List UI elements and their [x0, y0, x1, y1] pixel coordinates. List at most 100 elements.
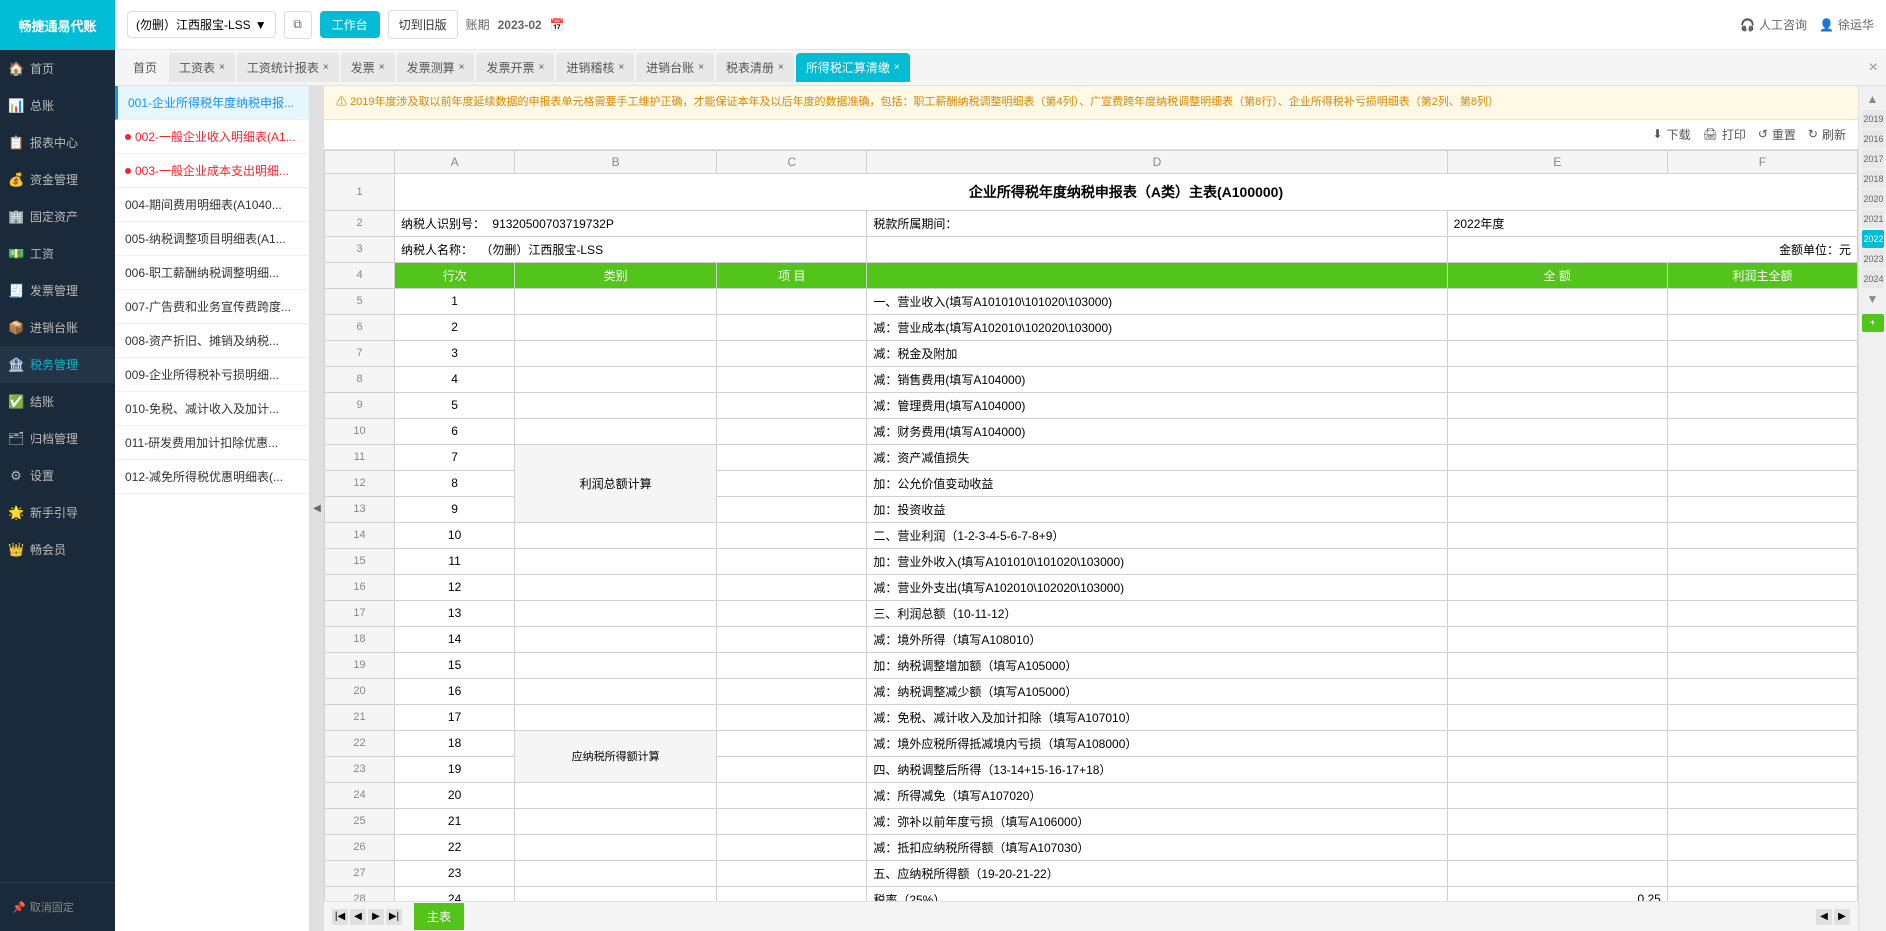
- tab-invoice-calc[interactable]: 发票测算 ×: [397, 53, 475, 82]
- unpin-button[interactable]: 📌 取消固定: [8, 891, 107, 923]
- tab-close-tax-list[interactable]: ×: [778, 62, 784, 73]
- year-2016[interactable]: 2016: [1862, 130, 1884, 148]
- form-002[interactable]: 002-一般企业收入明细表(A1...: [115, 120, 309, 154]
- close-all-icon[interactable]: ×: [1869, 59, 1878, 77]
- sheet-nav-left-left[interactable]: |◀: [332, 909, 348, 925]
- chevron-down-icon: ▼: [255, 18, 267, 32]
- year-2024[interactable]: 2024: [1862, 270, 1884, 288]
- tab-close-invoice[interactable]: ×: [379, 62, 385, 73]
- tab-close-invoice-open[interactable]: ×: [538, 62, 544, 73]
- tab-close-sales-audit[interactable]: ×: [618, 62, 624, 73]
- year-scroll-up[interactable]: ▲: [1865, 90, 1881, 108]
- col-lirun: 利润主全额: [1667, 262, 1857, 288]
- panel-toggle[interactable]: ◀: [310, 86, 324, 931]
- form-008[interactable]: 008-资产折旧、摊销及纳税...: [115, 324, 309, 358]
- tab-tax-list[interactable]: 税表清册 ×: [716, 53, 794, 82]
- form-011[interactable]: 011-研发费用加计扣除优惠...: [115, 426, 309, 460]
- sidebar-item-guide[interactable]: 🌟 新手引导: [0, 494, 115, 531]
- tab-close-income-tax[interactable]: ×: [894, 62, 900, 73]
- print-button[interactable]: 🖨 打印: [1703, 126, 1746, 143]
- reset-button[interactable]: ↺ 重置: [1758, 126, 1796, 143]
- refresh-button[interactable]: ↻ 刷新: [1808, 126, 1846, 143]
- member-icon: 👑: [8, 542, 24, 558]
- col-header-d: D: [867, 150, 1447, 173]
- year-2020[interactable]: 2020: [1862, 190, 1884, 208]
- table-row: 24 20 减：所得减免（填写A107020）: [325, 782, 1858, 808]
- sheet-nav-right[interactable]: ▶: [368, 909, 384, 925]
- sidebar-item-funds[interactable]: 💰 资金管理: [0, 161, 115, 198]
- workbench-button[interactable]: 工作台: [320, 11, 380, 38]
- invoice-icon: 🧾: [8, 283, 24, 299]
- tab-invoice-open[interactable]: 发票开票 ×: [476, 53, 554, 82]
- tab-close-payroll-stats[interactable]: ×: [323, 62, 329, 73]
- form-007[interactable]: 007-广告费和业务宣传费跨度...: [115, 290, 309, 324]
- topbar-right: 🎧 人工咨询 👤 徐运华: [1740, 16, 1874, 33]
- home-icon: 🏠: [8, 61, 24, 77]
- sidebar-item-close[interactable]: ✅ 结账: [0, 383, 115, 420]
- sidebar-item-archive[interactable]: 🗂 归档管理: [0, 420, 115, 457]
- form-011-label: 011-研发费用加计扣除优惠...: [125, 434, 278, 451]
- reset-icon: ↺: [1758, 127, 1768, 141]
- tab-home[interactable]: 首页: [123, 53, 167, 82]
- sheet-nav-left[interactable]: ◀: [350, 909, 366, 925]
- col-header-row: [325, 150, 395, 173]
- form-004[interactable]: 004-期间费用明细表(A1040...: [115, 188, 309, 222]
- tab-sales-ledger[interactable]: 进销台账 ×: [636, 53, 714, 82]
- form-003[interactable]: 003-一般企业成本支出明细...: [115, 154, 309, 188]
- add-year-button[interactable]: +: [1862, 314, 1884, 332]
- spreadsheet-area[interactable]: A B C D E F 1 企业所得税年度纳税申报表（A类）主表(A100000…: [324, 150, 1858, 902]
- tab-payroll[interactable]: 工资表 ×: [169, 53, 235, 82]
- scroll-left[interactable]: ◀: [1816, 909, 1832, 925]
- table-row: 16 12 减：营业外支出(填写A102010\102020\103000): [325, 574, 1858, 600]
- sidebar-item-member[interactable]: 👑 畅会员: [0, 531, 115, 568]
- copy-icon-btn[interactable]: ⧉: [284, 11, 312, 39]
- tab-close-invoice-calc[interactable]: ×: [459, 62, 465, 73]
- sidebar-item-general-ledger[interactable]: 📊 总账: [0, 87, 115, 124]
- scroll-right[interactable]: ▶: [1834, 909, 1850, 925]
- tab-invoice[interactable]: 发票 ×: [341, 53, 395, 82]
- refresh-icon: ↻: [1808, 127, 1818, 141]
- ai-consult-btn[interactable]: 🎧 人工咨询: [1740, 16, 1807, 33]
- error-dot: [125, 134, 131, 140]
- year-2022[interactable]: 2022: [1862, 230, 1884, 248]
- tab-payroll-stats[interactable]: 工资统计报表 ×: [237, 53, 339, 82]
- form-009-label: 009-企业所得税补亏损明细...: [125, 366, 279, 383]
- year-2017[interactable]: 2017: [1862, 150, 1884, 168]
- sheet-nav-right-right[interactable]: ▶|: [386, 909, 402, 925]
- tab-income-tax[interactable]: 所得税汇算清缴 ×: [796, 53, 910, 82]
- form-006[interactable]: 006-职工薪酬纳税调整明细...: [115, 256, 309, 290]
- sidebar-item-tax[interactable]: 🏦 税务管理: [0, 346, 115, 383]
- form-012[interactable]: 012-减免所得税优惠明细表(...: [115, 460, 309, 494]
- calendar-icon[interactable]: 📅: [550, 18, 565, 32]
- old-version-button[interactable]: 切到旧版: [388, 10, 458, 39]
- tab-close-sales-ledger[interactable]: ×: [698, 62, 704, 73]
- download-button[interactable]: ⬇ 下载: [1653, 126, 1691, 143]
- sidebar-item-assets[interactable]: 🏢 固定资产: [0, 198, 115, 235]
- year-2018[interactable]: 2018: [1862, 170, 1884, 188]
- form-005[interactable]: 005-纳税调整项目明细表(A1...: [115, 222, 309, 256]
- form-010-label: 010-免税、减计收入及加计...: [125, 400, 279, 417]
- tab-sales-audit[interactable]: 进销稽核 ×: [556, 53, 634, 82]
- year-2023[interactable]: 2023: [1862, 250, 1884, 268]
- form-010[interactable]: 010-免税、减计收入及加计...: [115, 392, 309, 426]
- sidebar-item-sales-ledger[interactable]: 📦 进销台账: [0, 309, 115, 346]
- tab-close-payroll[interactable]: ×: [219, 62, 225, 73]
- year-2019[interactable]: 2019: [1862, 110, 1884, 128]
- form-001[interactable]: 001-企业所得税年度纳税申报...: [115, 86, 309, 120]
- col-quane2: 全 额: [1447, 262, 1667, 288]
- company-selector[interactable]: (勿删）江西服宝-LSS ▼: [127, 11, 276, 38]
- user-profile[interactable]: 👤 徐运华: [1819, 16, 1874, 33]
- sidebar-item-payroll[interactable]: 💵 工资: [0, 235, 115, 272]
- sidebar-item-home[interactable]: 🏠 首页: [0, 50, 115, 87]
- year-2021[interactable]: 2021: [1862, 210, 1884, 228]
- row-num: 3: [325, 236, 395, 262]
- sheet-tab-main[interactable]: 主表: [414, 903, 464, 930]
- close-account-icon: ✅: [8, 394, 24, 410]
- sidebar-item-invoices[interactable]: 🧾 发票管理: [0, 272, 115, 309]
- table-row: 2 纳税人识别号： 91320500703719732P 税款所属期间： 202…: [325, 210, 1858, 236]
- form-009[interactable]: 009-企业所得税补亏损明细...: [115, 358, 309, 392]
- sidebar-item-settings[interactable]: ⚙ 设置: [0, 457, 115, 494]
- table-row: 11 7 利润总额计算 减：资产减值损失: [325, 444, 1858, 470]
- year-scroll-down[interactable]: ▼: [1865, 290, 1881, 308]
- sidebar-item-reports[interactable]: 📋 报表中心: [0, 124, 115, 161]
